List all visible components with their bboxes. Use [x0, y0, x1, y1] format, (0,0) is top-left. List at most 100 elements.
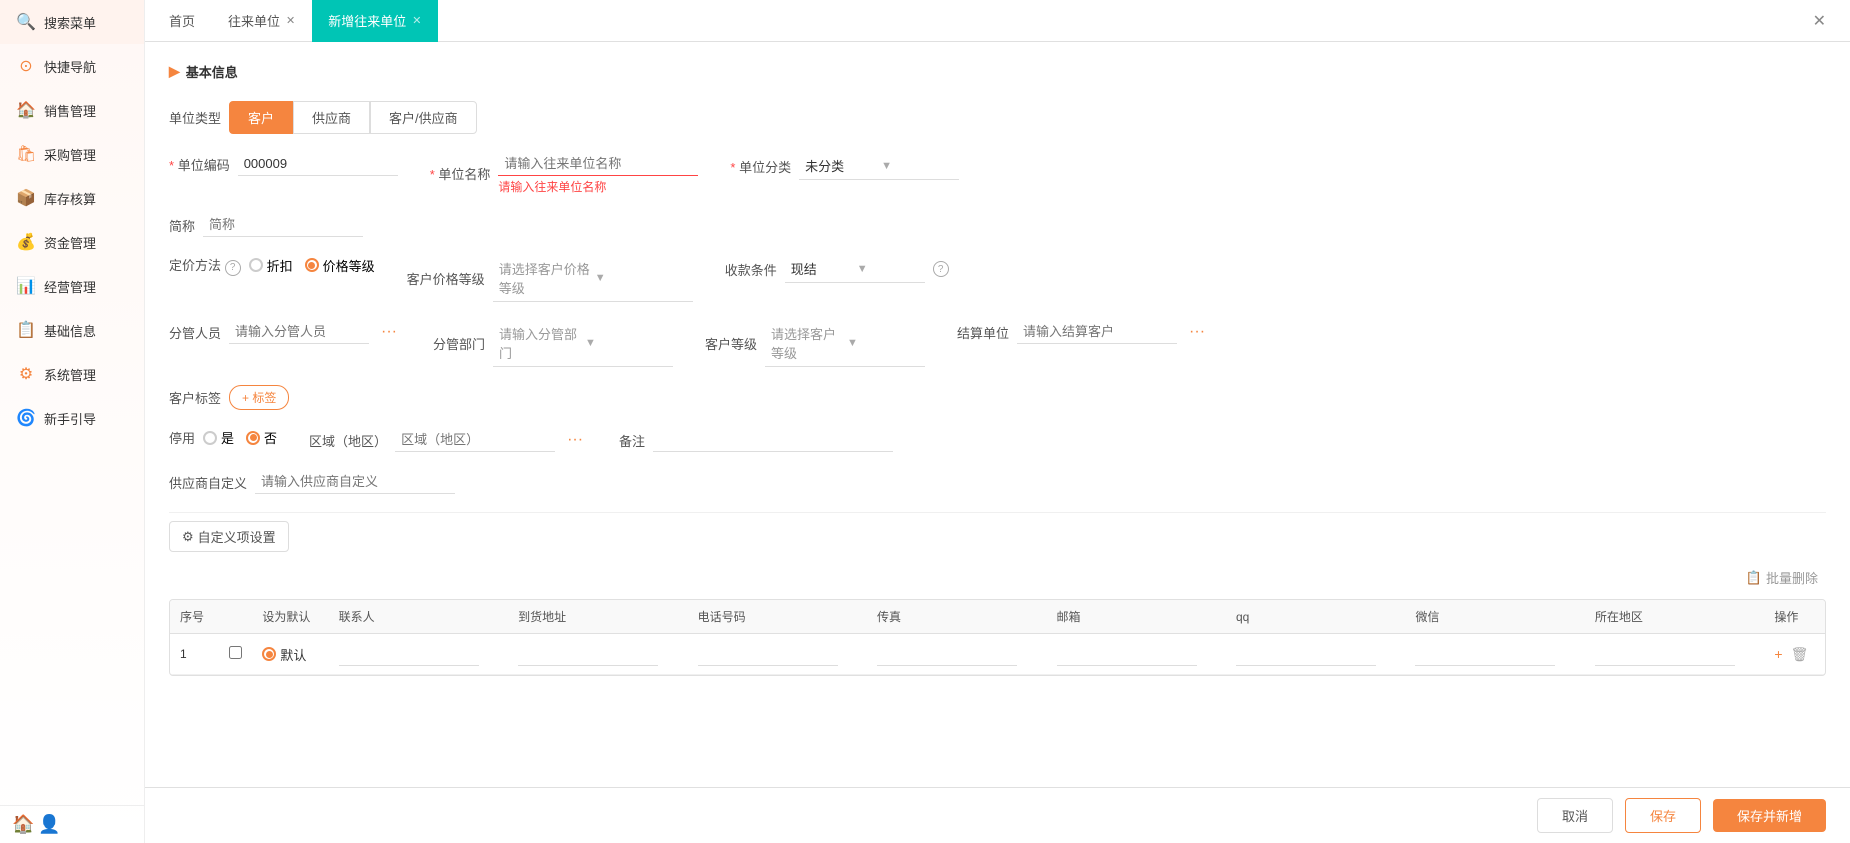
- type-btn-customer[interactable]: 客户: [229, 101, 293, 134]
- tab-bar: 首页 往来单位 ✕ 新增往来单位 ✕ ✕: [145, 0, 1850, 42]
- payment-terms-field: 收款条件 现结 ▼ ?: [725, 255, 949, 283]
- disabled-row: 停用 是 否 区域（地区） ···: [169, 428, 1826, 452]
- tag-label: 客户标签: [169, 388, 221, 407]
- contact-table: 序号 设为默认 联系人 到货地址 电话号码 传真 邮箱 qq 微信 所在地区 操…: [169, 599, 1826, 676]
- save-new-button[interactable]: 保存并新增: [1713, 799, 1826, 832]
- col-address: 到货地址: [508, 600, 687, 634]
- add-row-button[interactable]: +: [1774, 646, 1782, 662]
- section-icon: ▶: [169, 63, 180, 80]
- type-btn-supplier[interactable]: 供应商: [293, 101, 370, 134]
- col-action: 操作: [1764, 600, 1825, 634]
- cell-region[interactable]: [1585, 634, 1764, 675]
- unit-category-select[interactable]: 未分类 ▼: [799, 152, 959, 180]
- cell-phone[interactable]: [688, 634, 867, 675]
- sidebar-item-sales[interactable]: 🏠 销售管理: [0, 88, 144, 132]
- sidebar-item-basic[interactable]: 📋 基础信息: [0, 308, 144, 352]
- tab-bar-close-button[interactable]: ✕: [1797, 11, 1842, 31]
- cell-address[interactable]: [508, 634, 687, 675]
- tab-partners[interactable]: 往来单位 ✕: [212, 0, 312, 42]
- unit-name-input[interactable]: [498, 152, 698, 176]
- unit-type-btn-group: 客户 供应商 客户/供应商: [229, 101, 477, 134]
- cell-contact[interactable]: [329, 634, 508, 675]
- type-btn-both[interactable]: 客户/供应商: [370, 101, 477, 134]
- col-email: 邮箱: [1047, 600, 1226, 634]
- default-radio-dot: [266, 651, 273, 658]
- inventory-icon: 📦: [16, 188, 36, 208]
- tab-new-partner-close-icon[interactable]: ✕: [412, 14, 421, 27]
- payment-terms-select[interactable]: 现结 ▼: [785, 255, 925, 283]
- settlement-more-icon[interactable]: ···: [1185, 323, 1209, 341]
- cell-fax[interactable]: [867, 634, 1046, 675]
- cell-checkbox[interactable]: [219, 634, 252, 675]
- department-field: 分管部门 请输入分管部门 ▼: [433, 320, 673, 367]
- tab-home[interactable]: 首页: [153, 0, 212, 42]
- default-radio-item[interactable]: 默认: [262, 645, 318, 664]
- pricing-method-field: 定价方法 ? 折扣 价格等级: [169, 255, 375, 276]
- add-tag-button[interactable]: + 标签: [229, 385, 289, 410]
- home-bottom-icon: 🏠: [12, 814, 34, 835]
- sidebar-item-inventory[interactable]: 📦 库存核算: [0, 176, 144, 220]
- region-input[interactable]: [395, 428, 555, 452]
- unit-name-field: * 单位名称 请输入往来单位名称: [430, 152, 699, 195]
- sidebar-item-operations[interactable]: 📊 经营管理: [0, 264, 144, 308]
- row-checkbox[interactable]: [229, 646, 242, 659]
- finance-icon: 💰: [16, 232, 36, 252]
- sidebar-item-search[interactable]: 🔍 搜索菜单: [0, 0, 144, 44]
- supplier-custom-input[interactable]: [255, 470, 455, 494]
- code-name-category-row: * 单位编码 * 单位名称 请输入往来单位名称 * 单位分类: [169, 152, 1826, 195]
- tab-new-partner[interactable]: 新增往来单位 ✕: [312, 0, 438, 42]
- system-icon: ⚙: [16, 364, 36, 384]
- cell-wechat[interactable]: [1405, 634, 1584, 675]
- unit-code-input[interactable]: [238, 152, 398, 176]
- settlement-unit-label: 结算单位: [957, 323, 1009, 342]
- pricing-help-icon[interactable]: ?: [225, 260, 241, 276]
- form-content: ▶ 基本信息 单位类型 客户 供应商 客户/供应商 * 单位编码: [145, 42, 1850, 787]
- sidebar-bottom: 🏠 👤: [0, 805, 144, 843]
- note-input[interactable]: [653, 428, 893, 452]
- footer: 取消 保存 保存并新增: [145, 787, 1850, 843]
- customer-level-select[interactable]: 请选择客户等级 ▼: [765, 320, 925, 367]
- region-field: 区域（地区） ···: [309, 428, 587, 452]
- settlement-unit-input[interactable]: [1017, 320, 1177, 344]
- payment-help-icon[interactable]: ?: [933, 261, 949, 277]
- customer-price-level-select[interactable]: 请选择客户价格等级 ▼: [493, 255, 693, 302]
- manager-more-icon[interactable]: ···: [377, 323, 401, 341]
- radio-no[interactable]: 否: [246, 428, 277, 447]
- save-button[interactable]: 保存: [1625, 798, 1701, 833]
- manager-input[interactable]: [229, 320, 369, 344]
- sidebar-item-system[interactable]: ⚙ 系统管理: [0, 352, 144, 396]
- pricing-method-radio: 折扣 价格等级: [249, 256, 375, 275]
- sidebar-item-finance[interactable]: 💰 资金管理: [0, 220, 144, 264]
- user-bottom-icon: 👤: [38, 814, 60, 835]
- main-area: 首页 往来单位 ✕ 新增往来单位 ✕ ✕ ▶ 基本信息 单位类型 客户 供应商 …: [145, 0, 1850, 843]
- customer-level-placeholder: 请选择客户等级: [771, 324, 843, 362]
- custom-settings-button[interactable]: ⚙ 自定义项设置: [169, 521, 289, 552]
- region-more-icon[interactable]: ···: [563, 431, 587, 449]
- tab-partners-close-icon[interactable]: ✕: [286, 14, 295, 27]
- pricing-method-label: 定价方法 ?: [169, 255, 241, 276]
- sidebar-item-purchase[interactable]: 🛍 采购管理: [0, 132, 144, 176]
- cell-email[interactable]: [1047, 634, 1226, 675]
- sidebar-item-guide[interactable]: 🌀 新手引导: [0, 396, 144, 440]
- payment-terms-value: 现结: [791, 259, 853, 278]
- cancel-button[interactable]: 取消: [1537, 798, 1613, 833]
- default-radio-circle: [262, 647, 276, 661]
- short-name-input[interactable]: [203, 213, 363, 237]
- purchase-icon: 🛍: [16, 144, 36, 164]
- cell-qq[interactable]: [1226, 634, 1405, 675]
- department-select[interactable]: 请输入分管部门 ▼: [493, 320, 673, 367]
- contact-table-inner: 序号 设为默认 联系人 到货地址 电话号码 传真 邮箱 qq 微信 所在地区 操…: [170, 600, 1825, 675]
- cell-actions: + 🗑: [1764, 634, 1825, 675]
- tag-row: 客户标签 + 标签: [169, 385, 1826, 410]
- unit-code-field: * 单位编码: [169, 152, 398, 176]
- cell-no: 1: [170, 634, 219, 675]
- sidebar-item-quicknav[interactable]: ⊙ 快捷导航: [0, 44, 144, 88]
- radio-discount[interactable]: 折扣: [249, 256, 293, 275]
- delete-row-button[interactable]: 🗑: [1791, 646, 1809, 663]
- col-default: 设为默认: [252, 600, 328, 634]
- batch-delete-button[interactable]: 📋 批量删除: [1746, 568, 1818, 587]
- radio-yes[interactable]: 是: [203, 428, 234, 447]
- unit-category-chevron-icon: ▼: [881, 160, 953, 172]
- radio-price-level[interactable]: 价格等级: [305, 256, 375, 275]
- supplier-custom-label: 供应商自定义: [169, 473, 247, 492]
